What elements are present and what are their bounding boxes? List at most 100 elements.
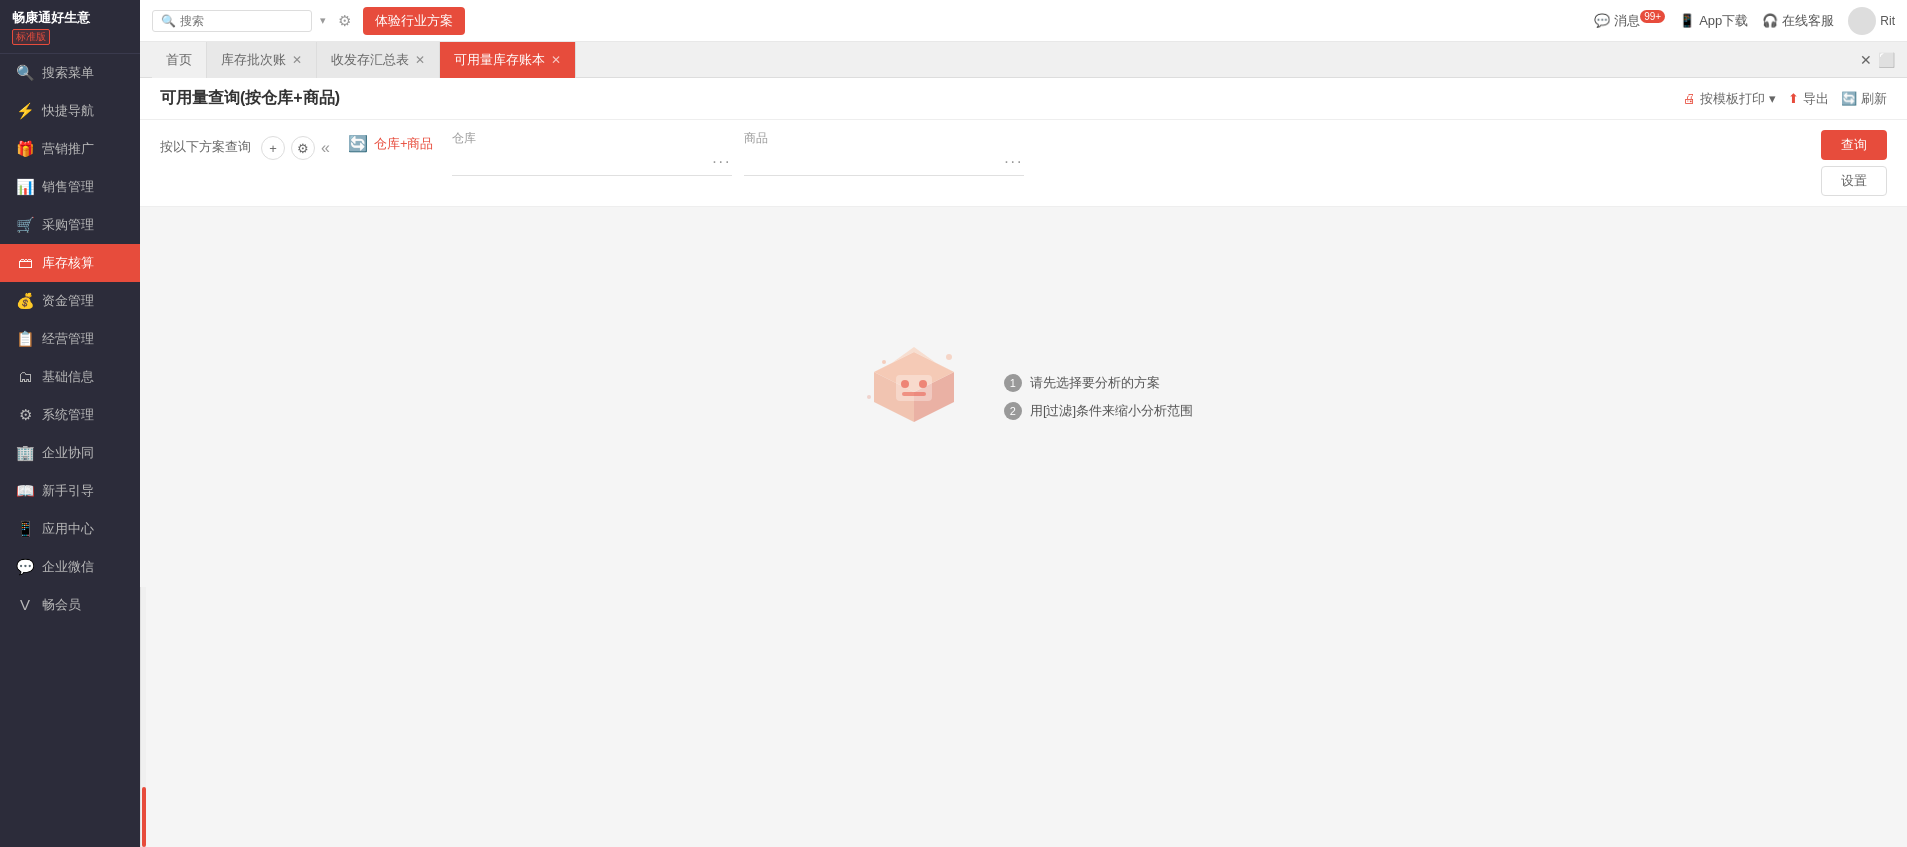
sidebar-item-member[interactable]: V 畅会员 <box>0 586 140 624</box>
chevron-down-icon-print[interactable]: ▾ <box>1769 91 1776 106</box>
tip-number-2: 2 <box>1004 402 1022 420</box>
notification-icon: 💬 <box>1594 13 1610 28</box>
close-window-btn[interactable]: ✕ <box>1860 52 1872 68</box>
online-service-item[interactable]: 🎧 在线客服 <box>1762 12 1834 30</box>
sidebar-header: 畅康通好生意 标准版 <box>0 0 140 54</box>
sidebar-item-wechat[interactable]: 💬 企业微信 <box>0 548 140 586</box>
svg-point-9 <box>882 360 886 364</box>
sidebar-item-label-guide: 新手引导 <box>42 482 94 500</box>
empty-box-illustration <box>854 337 974 457</box>
warehouse-input[interactable] <box>452 155 709 170</box>
sidebar-item-guide[interactable]: 📖 新手引导 <box>0 472 140 510</box>
warehouse-more-btn[interactable]: ··· <box>712 153 731 171</box>
product-field-label: 商品 <box>744 130 1024 147</box>
scrollbar-thumb <box>142 787 146 847</box>
member-icon: V <box>16 596 34 613</box>
tab-close-batch-ledger[interactable]: ✕ <box>292 53 302 67</box>
page-content: 可用量查询(按仓库+商品) 🖨 按模板打印 ▾ ⬆ 导出 🔄 刷新 按以下方 <box>140 78 1907 587</box>
page-header-actions: 🖨 按模板打印 ▾ ⬆ 导出 🔄 刷新 <box>1683 90 1887 108</box>
marketing-icon: 🎁 <box>16 140 34 158</box>
tab-close-receipt-summary[interactable]: ✕ <box>415 53 425 67</box>
apps-icon: 📱 <box>16 520 34 538</box>
search-icon: 🔍 <box>16 64 34 82</box>
system-icon: ⚙ <box>16 406 34 424</box>
user-menu[interactable]: Rit <box>1848 7 1895 35</box>
notification-label: 消息 <box>1614 12 1640 30</box>
tab-label-receipt-summary: 收发存汇总表 <box>331 51 409 69</box>
sidebar-logo: 畅康通好生意 <box>12 10 128 27</box>
notification-badge: 99+ <box>1640 10 1665 23</box>
search-icon: 🔍 <box>161 14 176 28</box>
query-actions: 查询 设置 <box>1821 130 1887 196</box>
tab-actions-right: ✕ ⬜ <box>1860 52 1895 68</box>
tabbar: 首页库存批次账✕ 收发存汇总表 ✕ 可用量库存账本 ✕ ✕ ⬜ <box>140 42 1907 78</box>
print-icon: 🖨 <box>1683 91 1696 106</box>
industry-btn[interactable]: 体验行业方案 <box>363 7 465 35</box>
sidebar-item-operations[interactable]: 📋 经营管理 <box>0 320 140 358</box>
sidebar-item-sales[interactable]: 📊 销售管理 <box>0 168 140 206</box>
sidebar-item-base[interactable]: 🗂 基础信息 <box>0 358 140 396</box>
sidebar-item-label-marketing: 营销推广 <box>42 140 94 158</box>
sidebar-item-finance[interactable]: 💰 资金管理 <box>0 282 140 320</box>
tip-text-2: 用[过滤]条件来缩小分析范围 <box>1030 402 1193 420</box>
product-more-btn[interactable]: ··· <box>1004 153 1023 171</box>
tab-batch-ledger[interactable]: 库存批次账✕ <box>207 42 317 78</box>
export-btn[interactable]: ⬆ 导出 <box>1788 90 1829 108</box>
app-download-item[interactable]: 📱 App下载 <box>1679 12 1748 30</box>
page-title: 可用量查询(按仓库+商品) <box>160 88 1683 109</box>
scheme-item-warehouse-product[interactable]: 🔄 仓库+商品 <box>340 130 442 157</box>
query-btn[interactable]: 查询 <box>1821 130 1887 160</box>
app-download-label: App下载 <box>1699 12 1748 30</box>
guide-icon: 📖 <box>16 482 34 500</box>
sidebar-item-shortcut[interactable]: ⚡ 快捷导航 <box>0 92 140 130</box>
tab-available-qty[interactable]: 可用量库存账本 ✕ <box>440 42 576 78</box>
sidebar-item-inventory[interactable]: 🗃 库存核算 <box>0 244 140 282</box>
warehouse-field-label: 仓库 <box>452 130 732 147</box>
print-btn[interactable]: 🖨 按模板打印 ▾ <box>1683 90 1776 108</box>
filter-field-warehouse: 仓库 ··· <box>452 130 732 176</box>
main-area: 🔍 ▾ ⚙ 体验行业方案 💬 消息 99+ 📱 App下载 🎧 在线客服 Rit <box>140 0 1907 847</box>
search-input[interactable] <box>180 14 280 28</box>
sidebar-item-enterprise[interactable]: 🏢 企业协同 <box>0 434 140 472</box>
collapse-filter-btn[interactable]: « <box>321 136 330 160</box>
sidebar-item-system[interactable]: ⚙ 系统管理 <box>0 396 140 434</box>
tab-home[interactable]: 首页 <box>152 42 207 78</box>
sidebar-item-apps[interactable]: 📱 应用中心 <box>0 510 140 548</box>
sidebar-item-label-wechat: 企业微信 <box>42 558 94 576</box>
settings-scheme-btn[interactable]: ⚙ <box>291 136 315 160</box>
topbar-search-box[interactable]: 🔍 <box>152 10 312 32</box>
chevron-down-icon[interactable]: ▾ <box>320 14 326 27</box>
phone-icon: 📱 <box>1679 13 1695 28</box>
filter-fields: 仓库 ··· 商品 ··· <box>452 130 1800 176</box>
svg-point-6 <box>901 380 909 388</box>
online-service-label: 在线客服 <box>1782 12 1834 30</box>
refresh-btn[interactable]: 🔄 刷新 <box>1841 90 1887 108</box>
filter-label: 按以下方案查询 <box>160 138 251 156</box>
right-scrollbar[interactable] <box>140 587 146 847</box>
tab-label-available-qty: 可用量库存账本 <box>454 51 545 69</box>
svg-point-7 <box>919 380 927 388</box>
sidebar-item-label-purchase: 采购管理 <box>42 216 94 234</box>
sidebar-item-search[interactable]: 🔍 搜索菜单 <box>0 54 140 92</box>
sidebar-item-marketing[interactable]: 🎁 营销推广 <box>0 130 140 168</box>
product-input[interactable] <box>744 155 1001 170</box>
refresh-icon: 🔄 <box>1841 91 1857 106</box>
add-scheme-btn[interactable]: + <box>261 136 285 160</box>
notification-item[interactable]: 💬 消息 99+ <box>1594 12 1665 30</box>
gear-icon[interactable]: ⚙ <box>334 12 355 30</box>
wechat-icon: 💬 <box>16 558 34 576</box>
empty-state-image <box>854 337 974 457</box>
sidebar-item-label-sales: 销售管理 <box>42 178 94 196</box>
sidebar-item-purchase[interactable]: 🛒 采购管理 <box>0 206 140 244</box>
sidebar-nav: 🔍 搜索菜单 ⚡ 快捷导航 🎁 营销推广 📊 销售管理 🛒 采购管理 🗃 库存核… <box>0 54 140 847</box>
sidebar-item-label-system: 系统管理 <box>42 406 94 424</box>
filter-settings-btn[interactable]: 设置 <box>1821 166 1887 196</box>
tab-receipt-summary[interactable]: 收发存汇总表 ✕ <box>317 42 440 78</box>
tab-close-available-qty[interactable]: ✕ <box>551 53 561 67</box>
product-input-container: ··· <box>744 149 1024 176</box>
tip-number-1: 1 <box>1004 374 1022 392</box>
topbar: 🔍 ▾ ⚙ 体验行业方案 💬 消息 99+ 📱 App下载 🎧 在线客服 Rit <box>140 0 1907 42</box>
page-header: 可用量查询(按仓库+商品) 🖨 按模板打印 ▾ ⬆ 导出 🔄 刷新 <box>140 78 1907 120</box>
sidebar-item-label-finance: 资金管理 <box>42 292 94 310</box>
maximize-window-btn[interactable]: ⬜ <box>1878 52 1895 68</box>
